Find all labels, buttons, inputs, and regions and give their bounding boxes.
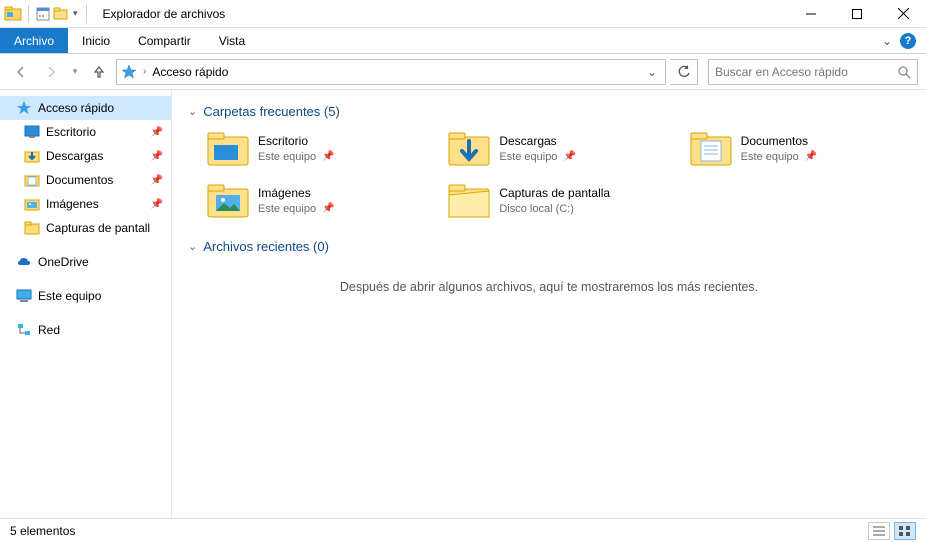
sidebar-item-label: Escritorio xyxy=(46,125,96,139)
details-view-button[interactable] xyxy=(868,522,890,540)
sidebar-item-imagenes[interactable]: Imágenes 📌 xyxy=(0,192,171,216)
qat-newfolder-icon[interactable] xyxy=(53,6,69,22)
sidebar-item-label: Este equipo xyxy=(38,289,101,303)
folder-sub: Este equipo xyxy=(258,150,316,164)
search-icon[interactable] xyxy=(897,65,911,79)
section-title: Archivos recientes (0) xyxy=(203,239,329,254)
folder-escritorio[interactable]: Escritorio Este equipo 📌 xyxy=(206,129,427,169)
pin-icon: 📌 xyxy=(151,127,163,138)
help-icon[interactable]: ? xyxy=(900,33,916,49)
qat-separator xyxy=(28,5,29,23)
search-input[interactable] xyxy=(715,65,897,79)
nav-back-button[interactable] xyxy=(8,59,34,85)
qat-properties-icon[interactable] xyxy=(35,6,51,22)
minimize-button[interactable] xyxy=(788,0,834,28)
qat-dropdown-icon[interactable]: ▾ xyxy=(71,8,80,19)
pin-icon: 📌 xyxy=(151,199,163,210)
breadcrumb[interactable]: Acceso rápido xyxy=(152,65,228,79)
sidebar-item-label: Documentos xyxy=(46,173,113,187)
folder-capturas[interactable]: Capturas de pantalla Disco local (C:) xyxy=(447,181,668,221)
tab-inicio[interactable]: Inicio xyxy=(68,28,124,53)
pin-icon: 📌 xyxy=(322,150,334,163)
sidebar-item-documentos[interactable]: Documentos 📌 xyxy=(0,168,171,192)
folder-name: Descargas xyxy=(499,134,576,150)
sidebar-item-label: Capturas de pantall xyxy=(46,221,150,235)
close-button[interactable] xyxy=(880,0,926,28)
tab-vista[interactable]: Vista xyxy=(205,28,259,53)
folder-descargas[interactable]: Descargas Este equipo 📌 xyxy=(447,129,668,169)
sidebar-item-onedrive[interactable]: OneDrive xyxy=(0,250,171,274)
folder-sub: Este equipo xyxy=(499,150,557,164)
section-title: Carpetas frecuentes (5) xyxy=(203,104,340,119)
pin-icon: 📌 xyxy=(151,151,163,162)
sidebar-item-network[interactable]: Red xyxy=(0,318,171,342)
nav-recent-dropdown[interactable]: ▾ xyxy=(68,59,82,85)
chevron-down-icon: ⌄ xyxy=(188,105,197,118)
quickaccess-star-icon xyxy=(121,64,137,80)
pin-icon: 📌 xyxy=(322,202,334,215)
qat-separator xyxy=(86,5,87,23)
nav-up-button[interactable] xyxy=(86,59,112,85)
sidebar-item-label: Descargas xyxy=(46,149,103,163)
folder-name: Capturas de pantalla xyxy=(499,186,610,202)
explorer-app-icon xyxy=(4,5,22,23)
section-frequent-folders[interactable]: ⌄ Carpetas frecuentes (5) xyxy=(188,104,910,119)
navigation-pane: Acceso rápido Escritorio 📌 Descargas 📌 D… xyxy=(0,90,172,518)
sidebar-item-capturas[interactable]: Capturas de pantall xyxy=(0,216,171,240)
folder-sub: Disco local (C:) xyxy=(499,202,574,216)
recent-empty-message: Después de abrir algunos archivos, aquí … xyxy=(188,280,910,294)
address-bar[interactable]: › Acceso rápido ⌄ xyxy=(116,59,666,85)
folder-imagenes[interactable]: Imágenes Este equipo 📌 xyxy=(206,181,427,221)
sidebar-item-descargas[interactable]: Descargas 📌 xyxy=(0,144,171,168)
pin-icon: 📌 xyxy=(805,150,817,163)
pin-icon: 📌 xyxy=(563,150,575,163)
folder-name: Documentos xyxy=(741,134,818,150)
ribbon-expand-icon[interactable]: ⌄ xyxy=(882,34,892,48)
sidebar-item-label: Acceso rápido xyxy=(38,101,114,115)
tab-compartir[interactable]: Compartir xyxy=(124,28,205,53)
address-dropdown-icon[interactable]: ⌄ xyxy=(643,65,661,79)
sidebar-item-label: Red xyxy=(38,323,60,337)
folder-icon xyxy=(447,181,491,221)
nav-forward-button[interactable] xyxy=(38,59,64,85)
desktop-folder-icon xyxy=(206,129,250,169)
sidebar-item-escritorio[interactable]: Escritorio 📌 xyxy=(0,120,171,144)
pin-icon: 📌 xyxy=(151,175,163,186)
sidebar-item-thispc[interactable]: Este equipo xyxy=(0,284,171,308)
folder-sub: Este equipo xyxy=(258,202,316,216)
chevron-down-icon: ⌄ xyxy=(188,240,197,253)
folder-documentos[interactable]: Documentos Este equipo 📌 xyxy=(689,129,910,169)
window-title: Explorador de archivos xyxy=(103,7,226,21)
folder-name: Imágenes xyxy=(258,186,335,202)
pictures-folder-icon xyxy=(206,181,250,221)
sidebar-item-label: OneDrive xyxy=(38,255,89,269)
maximize-button[interactable] xyxy=(834,0,880,28)
folder-name: Escritorio xyxy=(258,134,335,150)
content-pane: ⌄ Carpetas frecuentes (5) Escritorio Est… xyxy=(172,90,926,518)
refresh-button[interactable] xyxy=(670,59,698,85)
status-item-count: 5 elementos xyxy=(10,524,75,538)
downloads-folder-icon xyxy=(447,129,491,169)
section-recent-files[interactable]: ⌄ Archivos recientes (0) xyxy=(188,239,910,254)
icons-view-button[interactable] xyxy=(894,522,916,540)
breadcrumb-sep: › xyxy=(143,66,146,77)
sidebar-item-quickaccess[interactable]: Acceso rápido xyxy=(0,96,171,120)
folder-sub: Este equipo xyxy=(741,150,799,164)
search-box[interactable] xyxy=(708,59,918,85)
sidebar-item-label: Imágenes xyxy=(46,197,99,211)
tab-archivo[interactable]: Archivo xyxy=(0,28,68,53)
documents-folder-icon xyxy=(689,129,733,169)
